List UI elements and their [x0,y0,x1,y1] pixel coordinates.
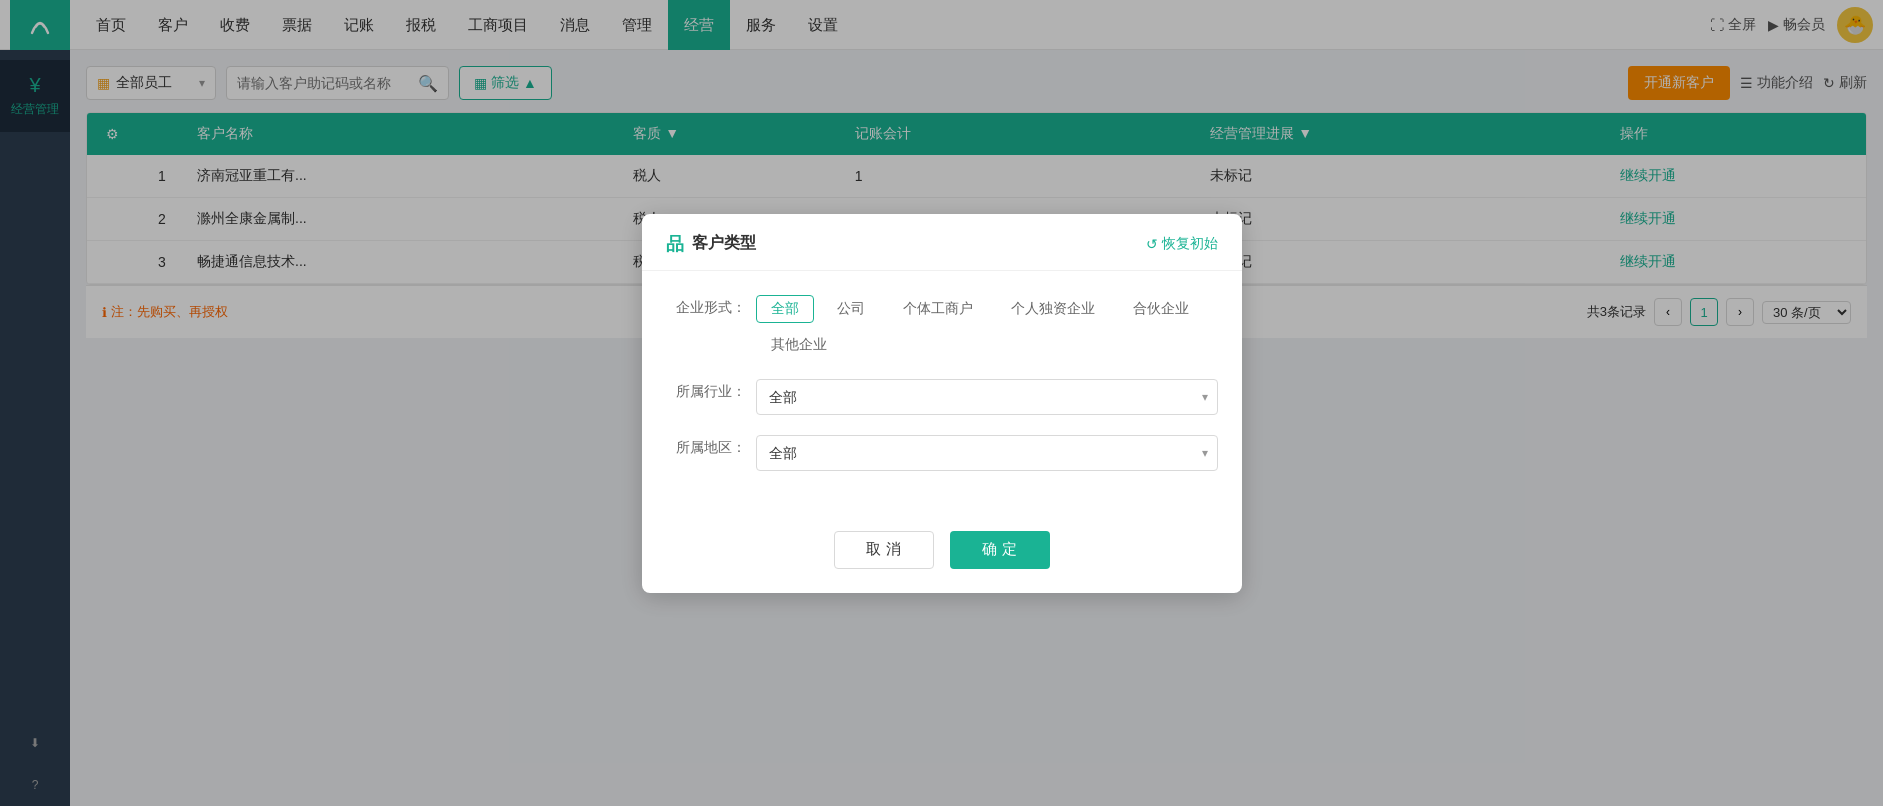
enterprise-form-row: 企业形式： 全部 公司 个体工商户 个人独资企业 合伙企业 其他企业 [666,295,1218,359]
enterprise-tag-sole[interactable]: 个人独资企业 [996,295,1110,323]
industry-form-row: 所属行业： 全部 制造业 服务业 零售业 其他 ▾ [666,379,1218,415]
enterprise-tag-company[interactable]: 公司 [822,295,880,323]
industry-select-wrapper: 全部 制造业 服务业 零售业 其他 ▾ [756,379,1218,415]
reset-icon: ↺ [1146,236,1158,252]
enterprise-tag-all[interactable]: 全部 [756,295,814,323]
dialog-footer: 取 消 确 定 [642,515,1242,593]
industry-select[interactable]: 全部 制造业 服务业 零售业 其他 [756,379,1218,415]
modal-overlay: 品 客户类型 ↺ 恢复初始 企业形式： 全部 公司 个体工商户 个人独资企业 合… [0,0,1883,806]
enterprise-tag-partnership[interactable]: 合伙企业 [1118,295,1204,323]
dialog-title-icon: 品 [666,232,684,256]
region-content: 全部 山东 安徽 北京 上海 ▾ [756,435,1218,471]
dialog-body: 企业形式： 全部 公司 个体工商户 个人独资企业 合伙企业 其他企业 所属行业： [642,271,1242,515]
customer-type-dialog: 品 客户类型 ↺ 恢复初始 企业形式： 全部 公司 个体工商户 个人独资企业 合… [642,214,1242,593]
industry-label: 所属行业： [666,379,746,401]
enterprise-tags: 全部 公司 个体工商户 个人独资企业 合伙企业 其他企业 [756,295,1218,359]
industry-content: 全部 制造业 服务业 零售业 其他 ▾ [756,379,1218,415]
cancel-button[interactable]: 取 消 [834,531,934,569]
dialog-header: 品 客户类型 ↺ 恢复初始 [642,214,1242,271]
enterprise-form-options: 全部 公司 个体工商户 个人独资企业 合伙企业 其他企业 [756,295,1218,359]
dialog-title: 品 客户类型 [666,232,756,256]
region-select[interactable]: 全部 山东 安徽 北京 上海 [756,435,1218,471]
dialog-reset-button[interactable]: ↺ 恢复初始 [1146,235,1218,253]
enterprise-tag-individual[interactable]: 个体工商户 [888,295,988,323]
enterprise-form-label: 企业形式： [666,295,746,317]
confirm-button[interactable]: 确 定 [950,531,1050,569]
region-form-row: 所属地区： 全部 山东 安徽 北京 上海 ▾ [666,435,1218,471]
region-label: 所属地区： [666,435,746,457]
region-select-wrapper: 全部 山东 安徽 北京 上海 ▾ [756,435,1218,471]
enterprise-tag-other[interactable]: 其他企业 [756,331,842,359]
